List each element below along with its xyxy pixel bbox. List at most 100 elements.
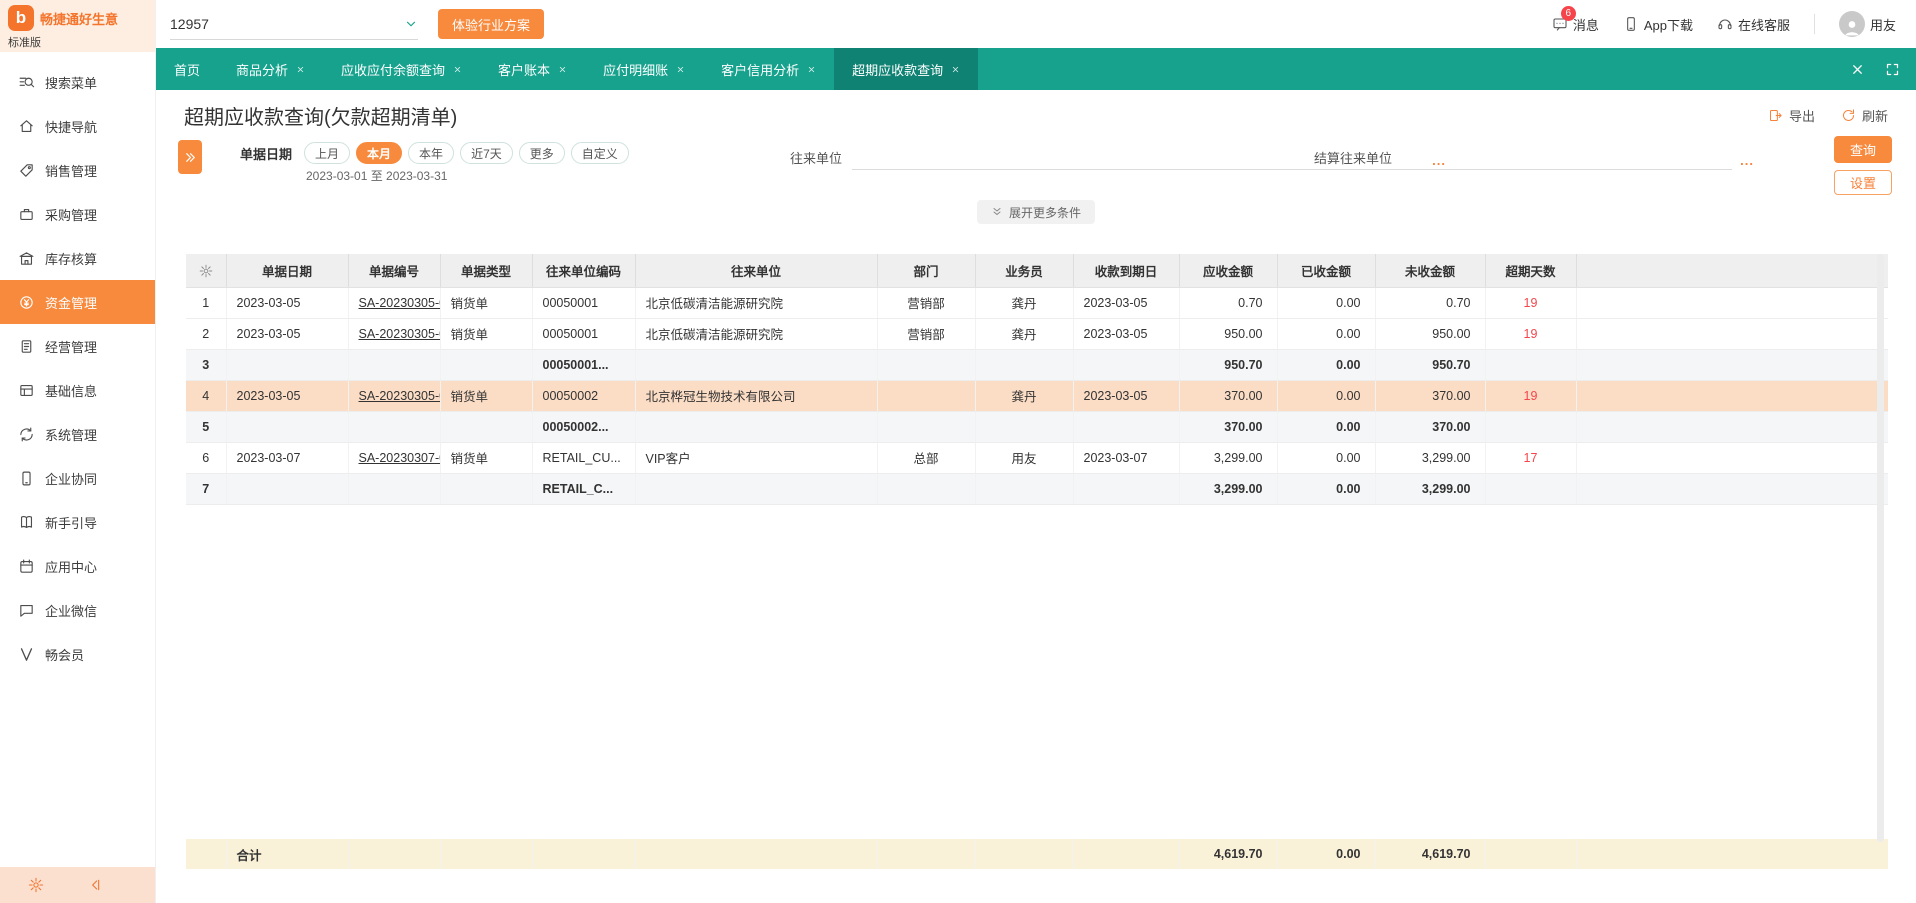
close-all-tabs-icon[interactable]: [1850, 62, 1865, 77]
tab-4[interactable]: 应付明细账: [585, 48, 703, 90]
date-pill-0[interactable]: 上月: [304, 142, 350, 164]
table-row[interactable]: 22023-03-05SA-20230305-0销货单00050001北京低碳清…: [186, 318, 1888, 349]
cell-doc-date: [226, 411, 348, 442]
sidebar-item-collab[interactable]: 企业协同: [0, 456, 155, 500]
settle-partner-input[interactable]: [1402, 146, 1732, 170]
refresh-icon: [1841, 108, 1856, 123]
tab-0[interactable]: 首页: [156, 48, 218, 90]
column-header[interactable]: 单据日期: [226, 254, 348, 287]
tab-close-icon[interactable]: [453, 65, 462, 74]
date-pill-2[interactable]: 本年: [408, 142, 454, 164]
business-icon: [18, 338, 35, 355]
refresh-button[interactable]: 刷新: [1841, 106, 1888, 125]
column-header[interactable]: 应收金额: [1179, 254, 1277, 287]
cell-partner: 北京低碳清洁能源研究院: [635, 287, 877, 318]
column-header[interactable]: 业务员: [975, 254, 1073, 287]
company-select[interactable]: 12957: [170, 8, 418, 40]
table-row[interactable]: 62023-03-07SA-20230307-0销货单RETAIL_CU...V…: [186, 442, 1888, 473]
sidebar-item-sale[interactable]: 销售管理: [0, 148, 155, 192]
sidebar-item-apps[interactable]: 应用中心: [0, 544, 155, 588]
user-menu[interactable]: 用友: [1839, 11, 1896, 37]
cell-due-date: [1073, 349, 1179, 380]
sidebar-item-guide[interactable]: 新手引导: [0, 500, 155, 544]
trial-solution-button[interactable]: 体验行业方案: [438, 9, 544, 39]
tab-close-icon[interactable]: [558, 65, 567, 74]
column-header[interactable]: 往来单位: [635, 254, 877, 287]
nav-icon: [18, 118, 35, 135]
sidebar-item-inventory[interactable]: 库存核算: [0, 236, 155, 280]
column-header[interactable]: 超期天数: [1485, 254, 1576, 287]
company-select-value: 12957: [170, 16, 209, 32]
sidebar-item-system[interactable]: 系统管理: [0, 412, 155, 456]
tab-6[interactable]: 超期应收款查询: [834, 48, 978, 90]
table-row[interactable]: 500050002...370.000.00370.00: [186, 411, 1888, 442]
query-button[interactable]: 查询: [1834, 136, 1892, 163]
expand-more-conditions[interactable]: 展开更多条件: [977, 200, 1095, 224]
tab-label: 商品分析: [236, 60, 288, 79]
tab-close-icon[interactable]: [807, 65, 816, 74]
column-settings-gear-icon[interactable]: [186, 254, 226, 287]
fullscreen-icon[interactable]: [1885, 62, 1900, 77]
doc-link[interactable]: SA-20230305-0: [359, 389, 441, 403]
tab-close-icon[interactable]: [676, 65, 685, 74]
cell-due-date: [1073, 473, 1179, 504]
column-header[interactable]: 收款到期日: [1073, 254, 1179, 287]
messages-button[interactable]: 消息 6: [1552, 15, 1599, 34]
filter-actions: 查询 设置: [1834, 136, 1892, 195]
tab-close-icon[interactable]: [951, 65, 960, 74]
sidebar-item-wechat[interactable]: 企业微信: [0, 588, 155, 632]
settle-partner-field: 结算往来单位 ...: [1314, 146, 1754, 170]
results-table: 单据日期单据编号单据类型往来单位编码往来单位部门业务员收款到期日应收金额已收金额…: [186, 254, 1888, 505]
app-download-button[interactable]: App下载: [1623, 15, 1693, 34]
online-service-button[interactable]: 在线客服: [1717, 15, 1790, 34]
settings-button[interactable]: 设置: [1834, 170, 1892, 195]
date-pill-4[interactable]: 更多: [519, 142, 565, 164]
column-header[interactable]: 未收金额: [1375, 254, 1485, 287]
column-header[interactable]: 单据类型: [440, 254, 532, 287]
date-pill-1[interactable]: 本月: [356, 142, 402, 164]
sidebar-item-search[interactable]: 搜索菜单: [0, 60, 155, 104]
sidebar-item-nav[interactable]: 快捷导航: [0, 104, 155, 148]
column-header[interactable]: 已收金额: [1277, 254, 1375, 287]
table-header-row: 单据日期单据编号单据类型往来单位编码往来单位部门业务员收款到期日应收金额已收金额…: [186, 254, 1888, 287]
cell-dept: [877, 349, 975, 380]
cell-overdue-days: 19: [1485, 318, 1576, 349]
tab-5[interactable]: 客户信用分析: [703, 48, 834, 90]
double-chevron-right-icon: [184, 151, 197, 164]
row-seq: 2: [186, 318, 226, 349]
sidebar-collapse-icon[interactable]: [88, 877, 104, 893]
cell-overdue-days: 19: [1485, 287, 1576, 318]
filter-collapse-button[interactable]: [178, 140, 202, 174]
tab-2[interactable]: 应收应付余额查询: [323, 48, 480, 90]
sidebar-item-member[interactable]: 畅会员: [0, 632, 155, 676]
column-header[interactable]: 单据编号: [348, 254, 440, 287]
sidebar-menu: 搜索菜单快捷导航销售管理采购管理库存核算资金管理经营管理基础信息系统管理企业协同…: [0, 52, 155, 867]
table-area: 单据日期单据编号单据类型往来单位编码往来单位部门业务员收款到期日应收金额已收金额…: [156, 230, 1916, 903]
table-row[interactable]: 7RETAIL_C...3,299.000.003,299.00: [186, 473, 1888, 504]
doc-link[interactable]: SA-20230307-0: [359, 451, 441, 465]
tab-1[interactable]: 商品分析: [218, 48, 323, 90]
row-seq: 7: [186, 473, 226, 504]
sidebar-item-info[interactable]: 基础信息: [0, 368, 155, 412]
tab-3[interactable]: 客户账本: [480, 48, 585, 90]
cell-filler: [1576, 349, 1888, 380]
tab-label: 应收应付余额查询: [341, 60, 445, 79]
table-row[interactable]: 300050001...950.700.00950.70: [186, 349, 1888, 380]
table-row[interactable]: 42023-03-05SA-20230305-0销货单00050002北京桦冠生…: [186, 380, 1888, 411]
tab-close-icon[interactable]: [296, 65, 305, 74]
date-pill-5[interactable]: 自定义: [571, 142, 629, 164]
vertical-scrollbar[interactable]: [1877, 254, 1884, 842]
doc-link[interactable]: SA-20230305-0: [359, 296, 441, 310]
sidebar-item-fund[interactable]: 资金管理: [0, 280, 155, 324]
table-row[interactable]: 12023-03-05SA-20230305-0销货单00050001北京低碳清…: [186, 287, 1888, 318]
sidebar-item-purchase[interactable]: 采购管理: [0, 192, 155, 236]
settings-gear-icon[interactable]: [28, 877, 44, 893]
column-header[interactable]: 部门: [877, 254, 975, 287]
settle-partner-picker-dots[interactable]: ...: [1740, 153, 1754, 170]
date-pill-3[interactable]: 近7天: [460, 142, 513, 164]
sidebar-item-business[interactable]: 经营管理: [0, 324, 155, 368]
doc-link[interactable]: SA-20230305-0: [359, 327, 441, 341]
export-button[interactable]: 导出: [1768, 106, 1815, 125]
member-icon: [18, 646, 35, 663]
column-header[interactable]: 往来单位编码: [532, 254, 635, 287]
